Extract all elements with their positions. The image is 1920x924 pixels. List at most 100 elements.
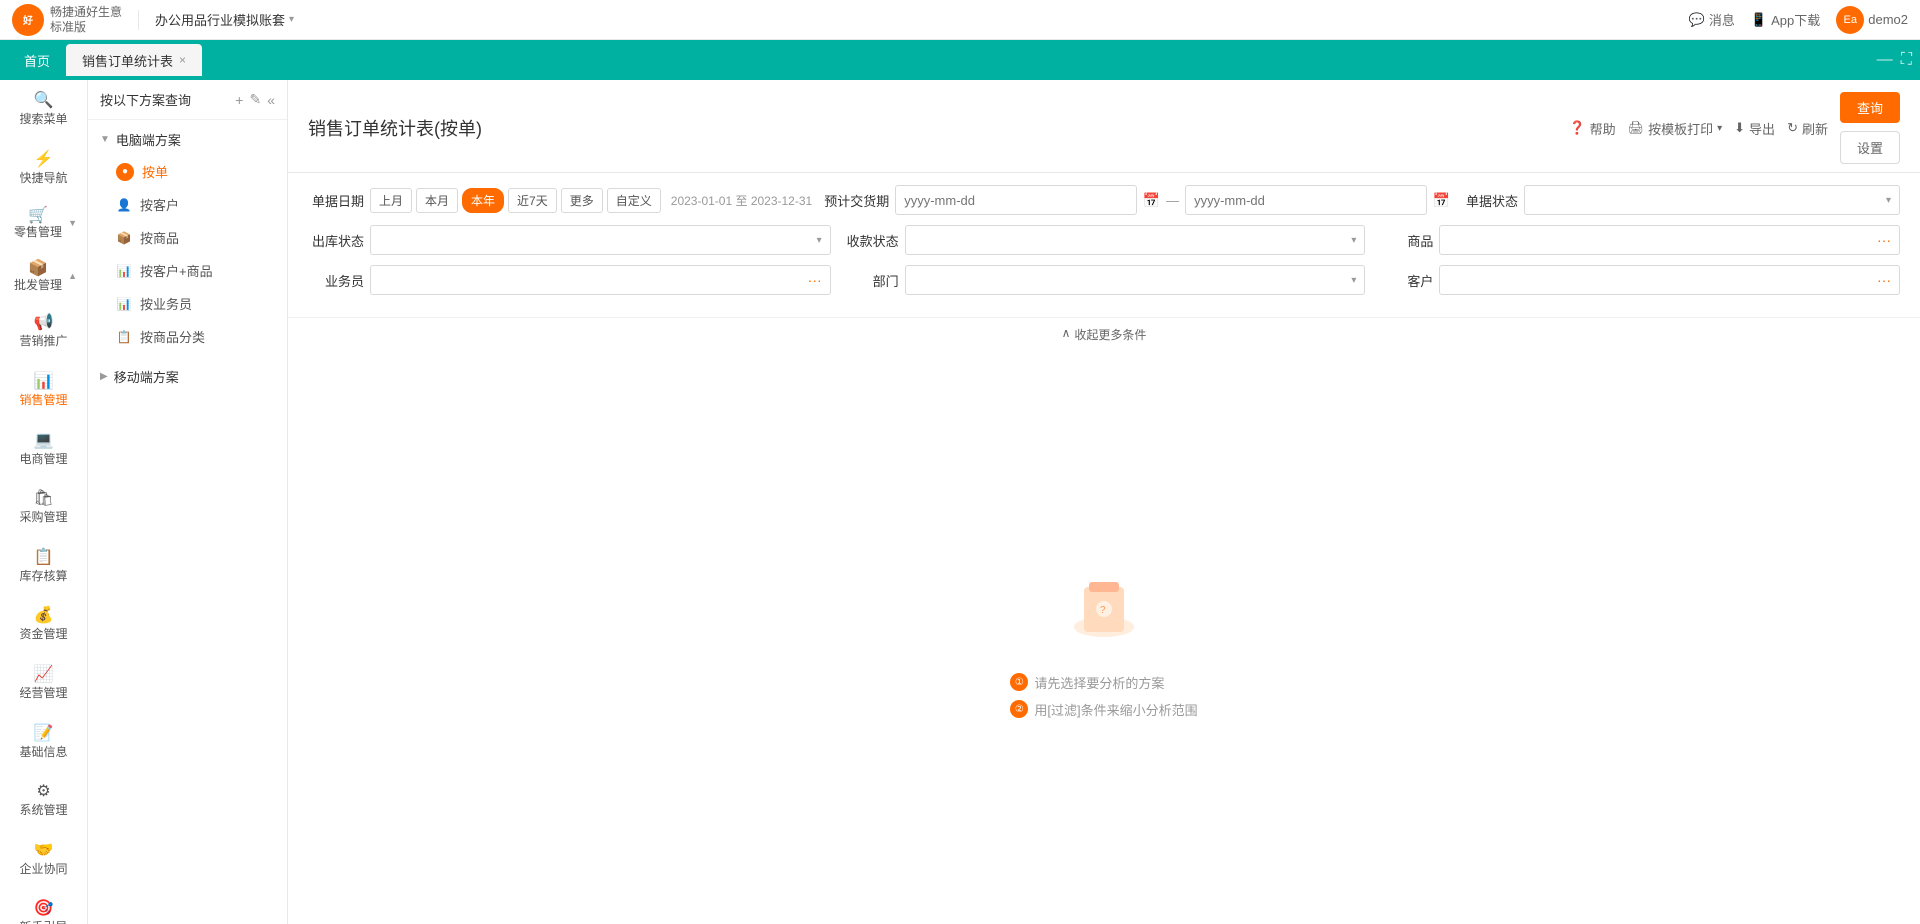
content: 按以下方案查询 + ✎ « ▼ 电脑端方案 ● 按单 👤 按客户 [88, 80, 1920, 924]
user-menu[interactable]: Ea demo2 [1836, 6, 1908, 34]
product-label: 商品 [1377, 231, 1433, 250]
logo-icon: 好 [12, 4, 44, 36]
scheme-group-pc: ▼ 电脑端方案 ● 按单 👤 按客户 📦 按商品 📊 按客户+商品 [88, 120, 287, 357]
sales-icon: 📊 [34, 371, 54, 391]
sidebar-item-cooperation[interactable]: 🤝 企业协同 [0, 830, 87, 889]
department-select[interactable]: ▾ [905, 265, 1366, 295]
ship-status-select[interactable]: ▾ [370, 225, 831, 255]
sidebar-item-finance[interactable]: 💰 资金管理 [0, 595, 87, 654]
sidebar-system-label: 系统管理 [19, 803, 67, 819]
app-download-icon: 📱 [1751, 12, 1767, 28]
export-btn[interactable]: ⬇ 导出 [1734, 119, 1775, 138]
sidebar-item-sales[interactable]: 📊 销售管理 [0, 361, 87, 420]
scheme-item-by-customer-product[interactable]: 📊 按客户+商品 [88, 254, 287, 287]
help-btn[interactable]: ❓ 帮助 [1569, 119, 1615, 138]
scheme-item-by-category[interactable]: 📋 按商品分类 [88, 320, 287, 353]
sidebar-item-inventory[interactable]: 📋 库存核算 [0, 537, 87, 596]
sidebar-quicknav-label: 快捷导航 [19, 171, 67, 187]
query-button[interactable]: 查询 [1840, 92, 1900, 123]
expected-date-end[interactable] [1185, 185, 1426, 215]
topbar: 好 畅捷通好生意 标准版 办公用品行业模拟账套 ▾ 💬 消息 📱 App下载 E… [0, 0, 1920, 40]
sidebar-inventory-label: 库存核算 [19, 569, 67, 585]
empty-number-2: ② [1010, 700, 1028, 718]
payment-select[interactable]: ▾ [905, 225, 1366, 255]
date-btn-more[interactable]: 更多 [561, 188, 603, 213]
empty-number-1: ① [1010, 673, 1028, 691]
sidebar-item-newbie[interactable]: 🎯 新手引导 [0, 888, 87, 924]
edit-scheme-icon[interactable]: ✎ [249, 91, 261, 108]
app-title-text: 办公用品行业模拟账套 [155, 10, 285, 29]
customer-more-icon[interactable]: ··· [1877, 272, 1891, 288]
department-arrow: ▾ [1351, 275, 1356, 286]
sidebar-item-quicknav[interactable]: ⚡ 快捷导航 [0, 139, 87, 198]
date-btn-7days[interactable]: 近7天 [508, 188, 557, 213]
scheme-group-pc-title[interactable]: ▼ 电脑端方案 [88, 124, 287, 155]
customer-select[interactable]: ··· [1439, 265, 1900, 295]
system-icon: ⚙ [36, 781, 50, 801]
settings-button[interactable]: 设置 [1840, 131, 1900, 164]
scheme-item-by-order[interactable]: ● 按单 [88, 155, 287, 188]
sidebar-item-basic[interactable]: 📝 基础信息 [0, 713, 87, 772]
product-more-icon[interactable]: ··· [1877, 232, 1891, 248]
left-panel-title: 按以下方案查询 [100, 90, 191, 109]
sidebar-item-search[interactable]: 🔍 搜索菜单 [0, 80, 87, 139]
filter-row-3: 业务员 ··· 部门 ▾ [308, 265, 1900, 295]
sidebar-item-ecommerce[interactable]: 💻 电商管理 [0, 420, 87, 479]
page-header: 销售订单统计表(按单) ❓ 帮助 🖨 按模板打印 ▾ ⬇ [288, 80, 1920, 173]
right-panel: 销售订单统计表(按单) ❓ 帮助 🖨 按模板打印 ▾ ⬇ [288, 80, 1920, 924]
add-scheme-icon[interactable]: + [235, 92, 243, 108]
tab-close-icon[interactable]: × [179, 53, 186, 67]
salesperson-more-icon[interactable]: ··· [808, 272, 822, 288]
search-icon: 🔍 [34, 90, 54, 110]
salesperson-group: 业务员 ··· [308, 265, 831, 295]
collapse-panel-icon[interactable]: « [267, 92, 275, 108]
tab-active[interactable]: 销售订单统计表 × [66, 44, 202, 76]
message-btn[interactable]: 💬 消息 [1689, 10, 1735, 29]
wholesale-arrow: ▲ [68, 271, 77, 281]
refresh-btn[interactable]: ↻ 刷新 [1787, 119, 1828, 138]
scheme-group-mobile-title[interactable]: ▶ 移动端方案 [88, 361, 287, 392]
app-download-btn[interactable]: 📱 App下载 [1751, 10, 1820, 29]
ship-status-group: 出库状态 ▾ [308, 225, 831, 255]
date-btn-thisyear[interactable]: 本年 [462, 188, 504, 213]
sidebar-search-label: 搜索菜单 [19, 112, 67, 128]
product-group: 商品 ··· [1377, 225, 1900, 255]
message-icon: 💬 [1689, 12, 1705, 28]
print-label: 按模板打印 [1648, 119, 1713, 138]
date-btn-lastmonth[interactable]: 上月 [370, 188, 412, 213]
retail-icon: 🛒 [28, 205, 48, 225]
print-btn[interactable]: 🖨 按模板打印 ▾ [1628, 119, 1723, 138]
sidebar-item-system[interactable]: ⚙ 系统管理 [0, 771, 87, 830]
date-end-calendar-icon: 📅 [1433, 192, 1450, 209]
scheme-item-by-salesperson[interactable]: 📊 按业务员 [88, 287, 287, 320]
sidebar-item-purchase[interactable]: 🛍 采购管理 [0, 478, 87, 537]
sidebar-item-operation[interactable]: 📈 经营管理 [0, 654, 87, 713]
sidebar-item-retail[interactable]: 🛒 零售管理 ▼ [0, 197, 87, 250]
scheme-item-by-customer[interactable]: 👤 按客户 [88, 188, 287, 221]
user-name: demo2 [1868, 12, 1908, 27]
scheme-label-by-customer: 按客户 [140, 195, 179, 214]
date-range-text: 2023-01-01 至 2023-12-31 [671, 192, 812, 209]
page-title: 销售订单统计表(按单) [308, 115, 482, 141]
sidebar-item-marketing[interactable]: 📢 营销推广 [0, 302, 87, 361]
scheme-label-by-order: 按单 [142, 162, 168, 181]
status-select[interactable]: ▾ [1524, 185, 1900, 215]
date-filter-group: 单据日期 上月 本月 本年 近7天 更多 自定义 2023-01-01 至 20… [308, 188, 812, 213]
sidebar-item-wholesale[interactable]: 📦 批发管理 ▲ [0, 250, 87, 303]
expected-date-label: 预计交货期 [824, 191, 889, 210]
product-select[interactable]: ··· [1439, 225, 1900, 255]
date-btn-thismonth[interactable]: 本月 [416, 188, 458, 213]
left-panel-actions: + ✎ « [235, 91, 275, 108]
sidebar-finance-label: 资金管理 [19, 627, 67, 643]
sidebar-newbie-label: 新手引导 [19, 920, 67, 924]
tab-maximize-icon[interactable]: ⛶ [1901, 51, 1912, 69]
collapse-row[interactable]: ∧ 收起更多条件 [288, 317, 1920, 351]
tab-minimize-icon[interactable]: — [1877, 51, 1893, 69]
expected-date-start[interactable] [895, 185, 1136, 215]
app-title[interactable]: 办公用品行业模拟账套 ▾ [155, 10, 294, 29]
scheme-group-mobile-label: 移动端方案 [114, 367, 179, 386]
date-btn-custom[interactable]: 自定义 [607, 188, 661, 213]
scheme-item-by-product[interactable]: 📦 按商品 [88, 221, 287, 254]
tab-home[interactable]: 首页 [8, 44, 66, 76]
salesperson-select[interactable]: ··· [370, 265, 831, 295]
